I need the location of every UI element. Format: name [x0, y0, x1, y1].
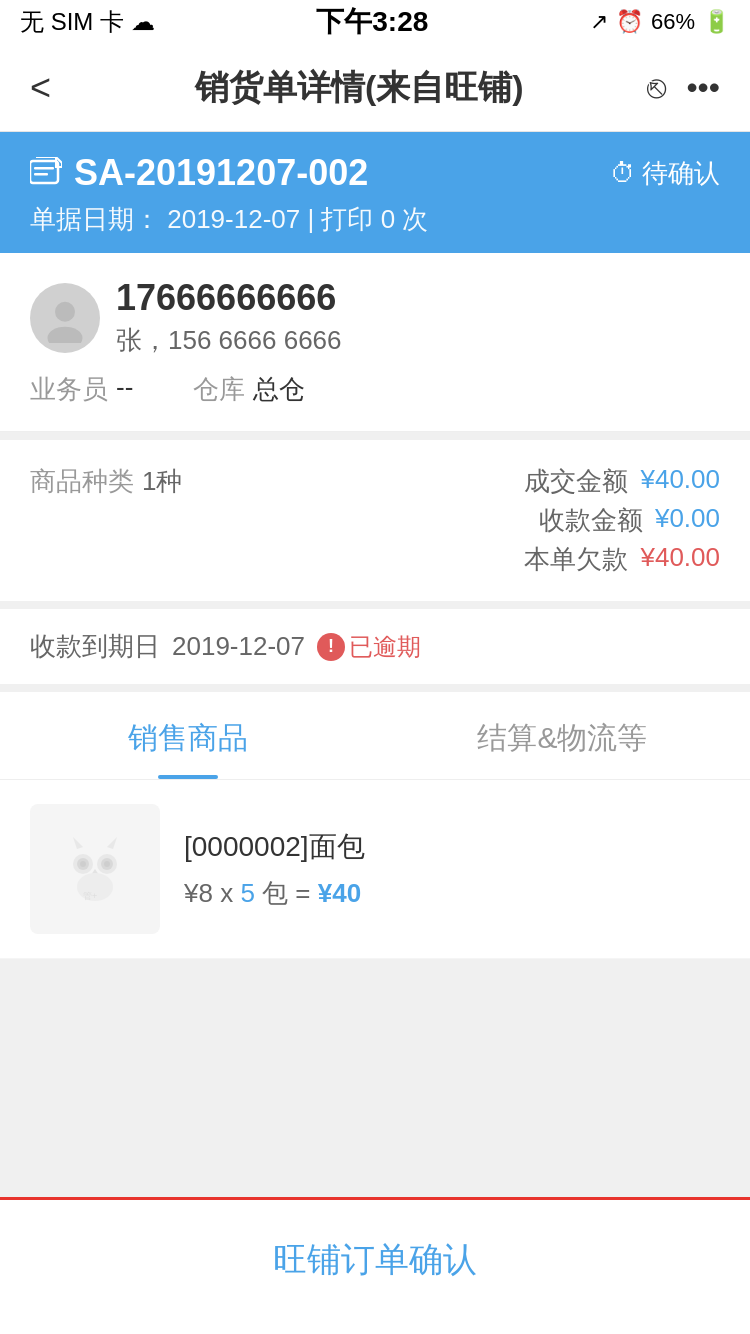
- deal-amount-value: ¥40.00: [640, 464, 720, 499]
- tab-settlement[interactable]: 结算&物流等: [375, 692, 750, 779]
- status-bar: 无 SIM 卡 ☁ 下午3:28 ↗ ⏰ 66% 🔋: [0, 0, 750, 44]
- battery-text: 66%: [651, 9, 695, 35]
- no-sim-text: 无 SIM 卡 ☁: [20, 6, 155, 38]
- calc-operator-eq: =: [295, 878, 317, 908]
- date-label: 单据日期：: [30, 204, 160, 234]
- customer-phone: 17666666666: [116, 277, 720, 319]
- due-section: 收款到期日 2019-12-07 ! 已逾期: [0, 609, 750, 692]
- location-icon: ↗: [590, 9, 608, 35]
- battery-icon: 🔋: [703, 9, 730, 35]
- table-row: 管+ [0000002]面包 ¥8 x 5 包 = ¥40: [0, 780, 750, 959]
- product-price: ¥8: [184, 878, 213, 908]
- order-id-text: SA-20191207-002: [30, 152, 368, 194]
- order-icon: [30, 152, 62, 194]
- deal-amount-row: 成交金额 ¥40.00: [524, 464, 720, 499]
- overdue-badge: ! 已逾期: [317, 631, 421, 663]
- status-right: ↗ ⏰ 66% 🔋: [590, 9, 730, 35]
- overdue-text: 已逾期: [349, 631, 421, 663]
- product-types: 商品种类 1种: [30, 464, 182, 499]
- owed-amount-value: ¥40.00: [640, 542, 720, 577]
- nav-bar: < 销货单详情(来自旺铺) ⎋ •••: [0, 44, 750, 132]
- warehouse-label: 仓库: [193, 372, 245, 407]
- tabs: 销售商品 结算&物流等: [0, 692, 750, 780]
- svg-text:管+: 管+: [83, 891, 97, 901]
- warehouse-value: 总仓: [253, 372, 305, 407]
- product-quantity: 5: [240, 878, 254, 908]
- svg-marker-13: [73, 837, 83, 849]
- salesperson-label: 业务员: [30, 372, 108, 407]
- back-button[interactable]: <: [30, 67, 71, 109]
- svg-marker-14: [107, 837, 117, 849]
- order-date: 单据日期： 2019-12-07 | 打印 0 次: [30, 202, 720, 237]
- product-types-label: 商品种类: [30, 464, 134, 499]
- products-section: 管+ [0000002]面包 ¥8 x 5 包 = ¥40: [0, 780, 750, 959]
- product-total: ¥40: [318, 878, 361, 908]
- tab-sales-products[interactable]: 销售商品: [0, 692, 375, 779]
- page-title: 销货单详情(来自旺铺): [71, 65, 647, 111]
- confirm-order-button[interactable]: 旺铺订单确认: [30, 1216, 720, 1304]
- more-icon[interactable]: •••: [686, 69, 720, 106]
- date-value: 2019-12-07: [167, 204, 300, 234]
- received-amount-row: 收款金额 ¥0.00: [539, 503, 720, 538]
- customer-name: 张，156 6666 6666: [116, 323, 720, 358]
- product-calc: ¥8 x 5 包 = ¥40: [184, 876, 720, 911]
- owed-amount-row: 本单欠款 ¥40.00: [524, 542, 720, 577]
- summary-section: 商品种类 1种 成交金额 ¥40.00 收款金额 ¥0.00 本单欠款 ¥40.…: [0, 432, 750, 609]
- product-thumbnail: 管+: [30, 804, 160, 934]
- product-types-value: 1种: [142, 464, 182, 499]
- order-id-row: SA-20191207-002 ⏱ 待确认: [30, 152, 720, 194]
- svg-rect-1: [34, 167, 54, 170]
- customer-info: 17666666666 张，156 6666 6666: [116, 277, 720, 358]
- order-header: SA-20191207-002 ⏱ 待确认 单据日期： 2019-12-07 |…: [0, 132, 750, 253]
- status-time: 下午3:28: [316, 3, 428, 41]
- deal-amount-label: 成交金额: [524, 464, 628, 499]
- product-unit: 包: [262, 878, 288, 908]
- status-left: 无 SIM 卡 ☁: [20, 6, 155, 38]
- nav-actions: ⎋ •••: [647, 69, 720, 106]
- customer-section: 17666666666 张，156 6666 6666 业务员 -- 仓库 总仓: [0, 253, 750, 432]
- calc-operator-x: x: [220, 878, 240, 908]
- bottom-bar: 旺铺订单确认: [0, 1197, 750, 1334]
- salesperson-item: 业务员 --: [30, 372, 133, 407]
- svg-rect-0: [30, 161, 58, 183]
- owed-amount-label: 本单欠款: [524, 542, 628, 577]
- amounts: 成交金额 ¥40.00 收款金额 ¥0.00 本单欠款 ¥40.00: [524, 464, 720, 577]
- received-amount-label: 收款金额: [539, 503, 643, 538]
- status-text: 待确认: [642, 156, 720, 191]
- order-status: ⏱ 待确认: [610, 156, 720, 191]
- customer-row: 17666666666 张，156 6666 6666: [30, 277, 720, 358]
- share-icon[interactable]: ⎋: [647, 69, 666, 106]
- avatar: [30, 283, 100, 353]
- print-info: | 打印 0 次: [307, 204, 428, 234]
- customer-meta: 业务员 -- 仓库 总仓: [30, 372, 720, 407]
- due-label: 收款到期日: [30, 629, 160, 664]
- svg-point-10: [104, 861, 110, 867]
- product-details: [0000002]面包 ¥8 x 5 包 = ¥40: [184, 828, 720, 911]
- clock-icon: ⏰: [616, 9, 643, 35]
- warehouse-item: 仓库 总仓: [193, 372, 305, 407]
- clock-icon-status: ⏱: [610, 158, 636, 189]
- warning-icon: !: [317, 633, 345, 661]
- product-name: [0000002]面包: [184, 828, 720, 866]
- svg-point-9: [80, 861, 86, 867]
- received-amount-value: ¥0.00: [655, 503, 720, 538]
- salesperson-value: --: [116, 372, 133, 407]
- svg-point-4: [48, 326, 83, 342]
- order-number: SA-20191207-002: [74, 152, 368, 194]
- svg-point-3: [55, 301, 75, 321]
- svg-rect-2: [34, 173, 48, 176]
- due-date: 2019-12-07: [172, 631, 305, 662]
